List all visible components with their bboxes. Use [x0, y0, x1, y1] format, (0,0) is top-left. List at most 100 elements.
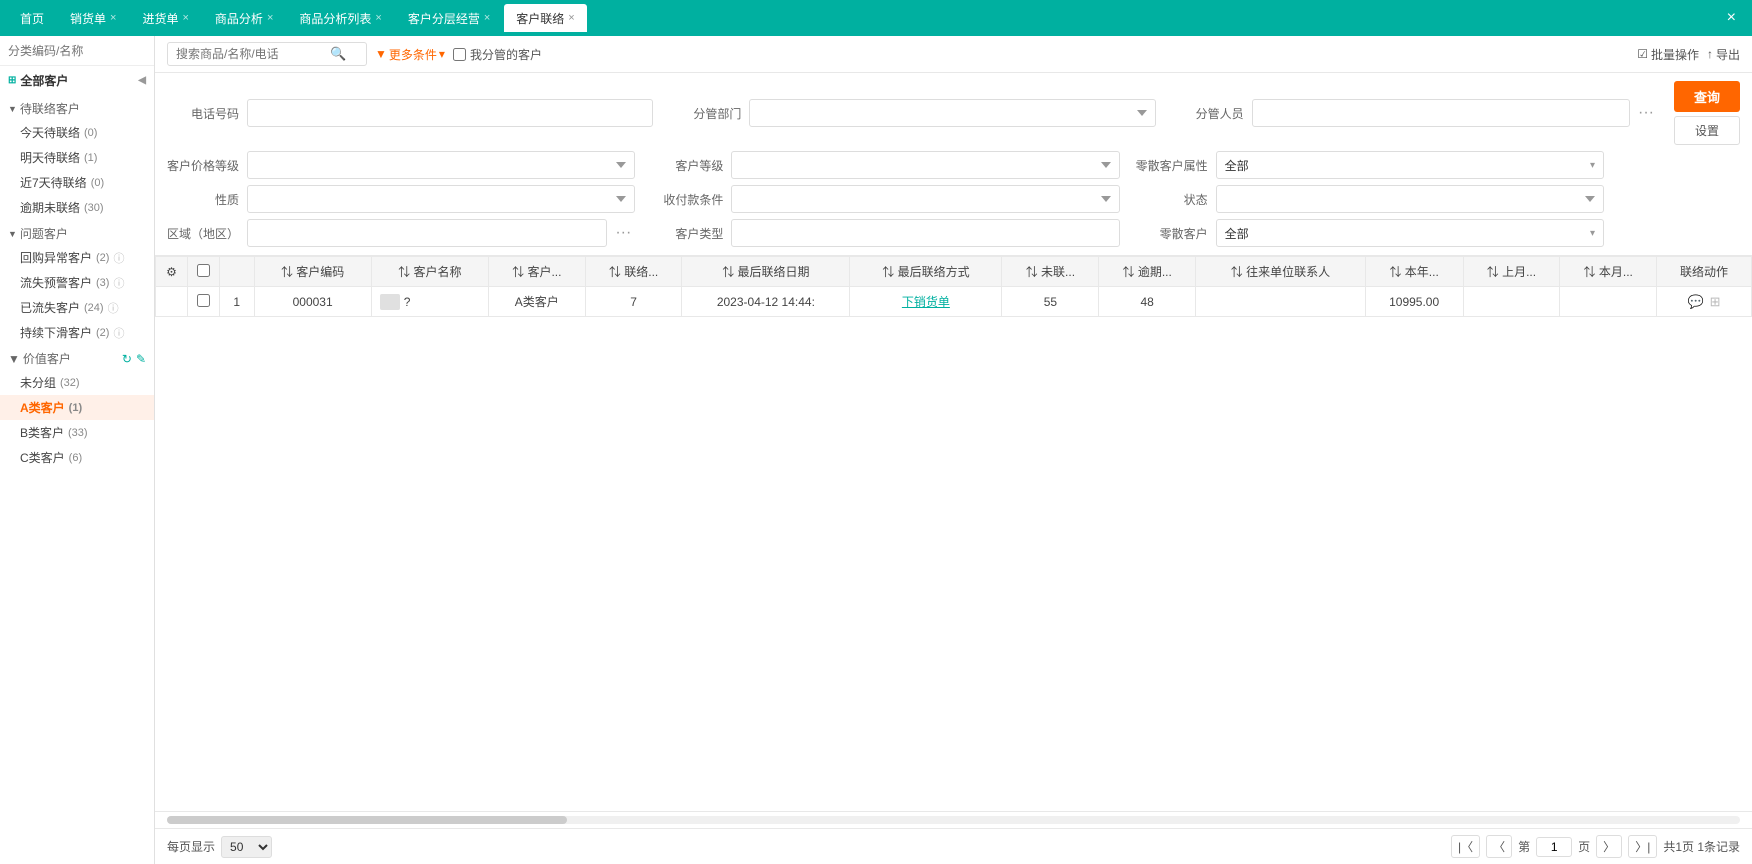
- nav-tab-purchase[interactable]: 进货单 ×: [130, 4, 200, 32]
- col-code-sort[interactable]: ⇅: [281, 265, 293, 279]
- sidebar-item-abnormal[interactable]: 回购异常客户 (2) ⓘ: [0, 245, 154, 270]
- lost-info-icon[interactable]: ⓘ: [108, 300, 119, 316]
- col-last-method: ⇅ 最后联络方式: [850, 257, 1002, 287]
- col-last-date-sort[interactable]: ⇅: [722, 265, 734, 279]
- dept-select[interactable]: [749, 99, 1155, 127]
- price-grade-select[interactable]: [247, 151, 635, 179]
- gear-icon[interactable]: ⚙: [166, 265, 177, 279]
- cust-grade-field: 客户等级: [651, 151, 1119, 179]
- nav-tab-goods-list[interactable]: 商品分析列表 ×: [287, 4, 393, 32]
- cust-grade-select[interactable]: [731, 151, 1119, 179]
- col-name-sort[interactable]: ⇅: [398, 265, 410, 279]
- page-size-select[interactable]: 20 50 100: [221, 836, 272, 858]
- col-last-method-sort[interactable]: ⇅: [882, 265, 894, 279]
- nav-tab-customer-contact[interactable]: 客户联络 ×: [504, 4, 586, 32]
- chat-icon[interactable]: 💬: [1687, 294, 1703, 310]
- customer-segment-tab-close[interactable]: ×: [484, 12, 490, 24]
- person-dots-icon[interactable]: ···: [1634, 104, 1658, 122]
- col-contact-sort[interactable]: ⇅: [609, 265, 621, 279]
- qr-icon[interactable]: ⊞: [1710, 294, 1721, 310]
- row-code: 000031: [293, 295, 333, 309]
- sidebar-collapse-icon[interactable]: ◀: [138, 75, 146, 86]
- cust-type-input[interactable]: [731, 219, 1119, 247]
- sidebar-item-lost[interactable]: 已流失客户 (24) ⓘ: [0, 295, 154, 320]
- abnormal-info-icon[interactable]: ⓘ: [113, 250, 124, 266]
- problem-group-header[interactable]: ▼ 问题客户: [0, 220, 154, 245]
- all-customers-header[interactable]: ⊞ 全部客户 ◀: [0, 66, 154, 95]
- page-input[interactable]: [1536, 837, 1572, 857]
- nav-tab-customer-segment[interactable]: 客户分层经营 ×: [396, 4, 502, 32]
- col-overdue-sort[interactable]: ⇅: [1122, 265, 1134, 279]
- filter-search-icon[interactable]: 🔍: [330, 46, 346, 62]
- col-code-label: 客户编码: [296, 265, 344, 279]
- first-page-button[interactable]: |〈: [1451, 835, 1480, 858]
- filter-row-3: 性质 收付款条件 状态: [167, 185, 1740, 213]
- my-customers-check[interactable]: [453, 48, 466, 61]
- region-input[interactable]: [247, 219, 607, 247]
- goods-tab-close[interactable]: ×: [267, 12, 273, 24]
- declining-info-icon[interactable]: ⓘ: [113, 325, 124, 341]
- row-type: A类客户: [515, 295, 559, 309]
- sidebar-item-today[interactable]: 今天待联络 (0): [0, 120, 154, 145]
- col-this-year-label: 本年...: [1405, 265, 1439, 279]
- goods-list-tab-close[interactable]: ×: [375, 12, 381, 24]
- col-last-month-sort[interactable]: ⇅: [1487, 265, 1499, 279]
- person-input[interactable]: [1252, 99, 1630, 127]
- purchase-tab-close[interactable]: ×: [182, 12, 188, 24]
- sidebar-item-tomorrow[interactable]: 明天待联络 (1): [0, 145, 154, 170]
- batch-op-button[interactable]: ☑ 批量操作: [1637, 46, 1699, 63]
- col-this-month-sort[interactable]: ⇅: [1584, 265, 1596, 279]
- sales-tab-close[interactable]: ×: [110, 12, 116, 24]
- sidebar-item-b-class[interactable]: B类客户 (33): [0, 420, 154, 445]
- status-select[interactable]: [1216, 185, 1604, 213]
- nature-select[interactable]: [247, 185, 635, 213]
- sidebar-item-declining[interactable]: 持续下滑客户 (2) ⓘ: [0, 320, 154, 345]
- close-all-button[interactable]: ×: [1719, 5, 1744, 31]
- problem-group-label: 问题客户: [20, 225, 68, 242]
- value-edit-icon[interactable]: ✎: [136, 352, 146, 366]
- phone-input[interactable]: [247, 99, 653, 127]
- nav-tab-goods[interactable]: 商品分析 ×: [203, 4, 285, 32]
- row-last-method[interactable]: 下销货单: [902, 295, 950, 309]
- purchase-tab-label: 进货单: [142, 10, 178, 27]
- sidebar-search-input[interactable]: [8, 44, 163, 58]
- value-refresh-icon[interactable]: ↻: [122, 352, 132, 366]
- select-all-checkbox[interactable]: [197, 264, 210, 277]
- total-records-text: 共1页 1条记录: [1663, 838, 1740, 855]
- sidebar-item-c-class[interactable]: C类客户 (6): [0, 445, 154, 470]
- lostwarning-info-icon[interactable]: ⓘ: [113, 275, 124, 291]
- nav-tab-sales[interactable]: 销货单 ×: [58, 4, 128, 32]
- next-page-button[interactable]: 〉: [1596, 835, 1622, 858]
- sidebar-item-7days[interactable]: 近7天待联络 (0): [0, 170, 154, 195]
- setting-button[interactable]: 设置: [1674, 116, 1740, 145]
- nav-tab-home[interactable]: 首页: [8, 4, 56, 32]
- region-dots-icon[interactable]: ···: [611, 224, 635, 242]
- filter-search-input[interactable]: [176, 47, 326, 61]
- export-button[interactable]: ↑ 导出: [1707, 46, 1740, 63]
- today-label: 今天待联络: [20, 124, 80, 141]
- more-filters-button[interactable]: ▼ 更多条件 ▾: [375, 46, 445, 63]
- pending-group-header[interactable]: ▼ 待联络客户: [0, 95, 154, 120]
- sidebar-item-lostwarning[interactable]: 流失预警客户 (3) ⓘ: [0, 270, 154, 295]
- my-customers-checkbox[interactable]: 我分管的客户: [453, 46, 542, 63]
- col-unit-contact-sort[interactable]: ⇅: [1231, 265, 1243, 279]
- scroll-track[interactable]: [167, 816, 1740, 824]
- scroll-thumb[interactable]: [167, 816, 567, 824]
- payment-select[interactable]: [731, 185, 1119, 213]
- sidebar-item-overdue[interactable]: 逾期未联络 (30): [0, 195, 154, 220]
- col-no-contact-sort[interactable]: ⇅: [1026, 265, 1038, 279]
- col-last-date: ⇅ 最后联络日期: [682, 257, 850, 287]
- prev-page-button[interactable]: 〈: [1486, 835, 1512, 858]
- sidebar-item-ungrouped[interactable]: 未分组 (32): [0, 370, 154, 395]
- value-group-header[interactable]: ▼ 价值客户 ↻ ✎: [0, 345, 154, 370]
- col-this-year-sort[interactable]: ⇅: [1389, 265, 1401, 279]
- value-triangle-icon: ▼: [8, 352, 20, 366]
- last-page-button[interactable]: 〉|: [1628, 835, 1657, 858]
- retail-attr-select[interactable]: 全部 ▾: [1216, 151, 1604, 179]
- query-button[interactable]: 查询: [1674, 81, 1740, 112]
- customer-contact-tab-close[interactable]: ×: [568, 12, 574, 24]
- sidebar-item-a-class[interactable]: A类客户 (1): [0, 395, 154, 420]
- col-type-sort[interactable]: ⇅: [512, 265, 524, 279]
- row-checkbox[interactable]: [197, 294, 210, 307]
- retail-cust-select[interactable]: 全部 ▾: [1216, 219, 1604, 247]
